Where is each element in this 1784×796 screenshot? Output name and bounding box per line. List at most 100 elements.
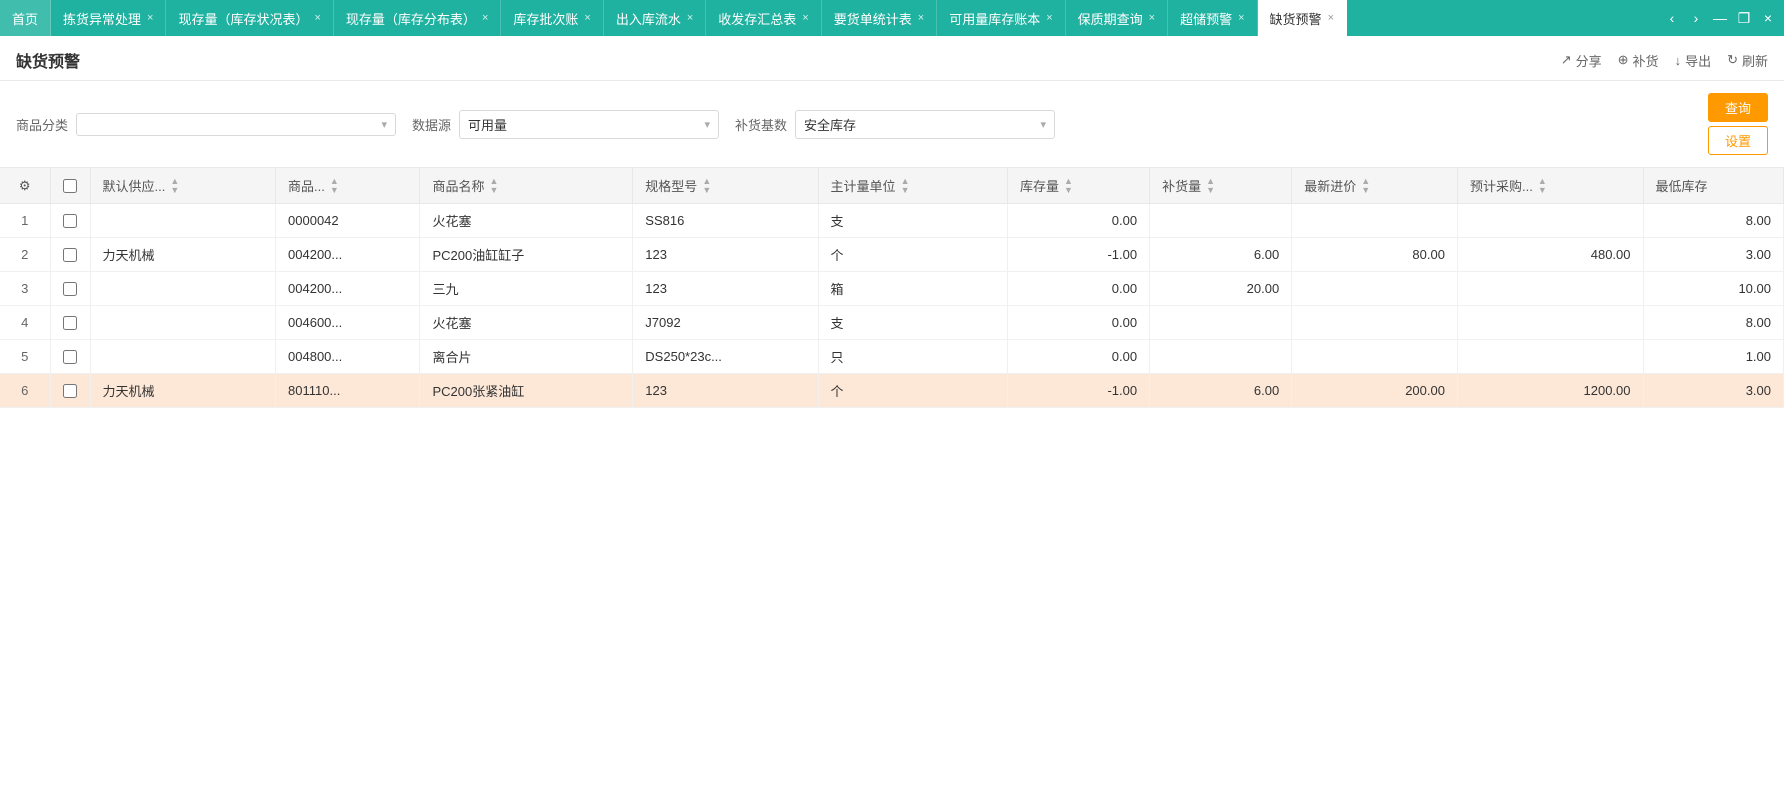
datasource-select[interactable]: 可用量 ▾ xyxy=(459,110,719,139)
tab-item-4[interactable]: 库存批次账 × xyxy=(501,0,603,36)
cell-index-5: 6 xyxy=(0,374,50,408)
share-button[interactable]: ↗ 分享 xyxy=(1561,51,1602,70)
tab-close-11[interactable]: × xyxy=(1328,12,1334,24)
tab-label-4: 库存批次账 xyxy=(513,9,578,28)
tab-close-9[interactable]: × xyxy=(1149,12,1155,24)
tab-close-3[interactable]: × xyxy=(482,12,488,24)
tab-close-6[interactable]: × xyxy=(802,12,808,24)
datasource-label: 数据源 xyxy=(412,115,451,134)
th-stock[interactable]: 库存量 ▲▼ xyxy=(1008,168,1150,204)
cell-checkbox-4[interactable] xyxy=(50,340,90,374)
th-stock-label: 库存量 xyxy=(1020,176,1059,195)
select-all-checkbox[interactable] xyxy=(63,179,77,193)
tab-item-5[interactable]: 出入库流水× xyxy=(604,0,706,36)
cell-supplier-1: 力天机械 xyxy=(90,238,276,272)
export-icon: ↓ xyxy=(1675,53,1682,68)
th-product-code[interactable]: 商品... ▲▼ xyxy=(276,168,420,204)
th-gear[interactable]: ⚙ xyxy=(0,168,50,204)
share-label: 分享 xyxy=(1576,51,1602,70)
cell-est-purchase-1: 480.00 xyxy=(1457,238,1643,272)
row-checkbox-3[interactable] xyxy=(63,316,77,330)
cell-index-4: 5 xyxy=(0,340,50,374)
cell-replenish-qty-3 xyxy=(1150,306,1292,340)
export-button[interactable]: ↓ 导出 xyxy=(1675,51,1712,70)
cell-product-code-3: 004600... xyxy=(276,306,420,340)
th-est-purchase[interactable]: 预计采购... ▲▼ xyxy=(1457,168,1643,204)
tab-item-3[interactable]: 现存量（库存分布表）× xyxy=(334,0,501,36)
cell-product-name-4: 离合片 xyxy=(420,340,633,374)
tab-label-7: 要货单统计表 xyxy=(834,9,912,28)
cell-checkbox-1[interactable] xyxy=(50,238,90,272)
th-min-stock-label: 最低库存 xyxy=(1656,176,1708,195)
tab-close-5[interactable]: × xyxy=(687,12,693,24)
tab-close-4[interactable]: × xyxy=(584,12,590,24)
th-checkbox[interactable] xyxy=(50,168,90,204)
tab-item-9[interactable]: 保质期查询× xyxy=(1066,0,1168,36)
cell-checkbox-0[interactable] xyxy=(50,204,90,238)
tab-close-1[interactable]: × xyxy=(147,12,153,24)
cell-supplier-2 xyxy=(90,272,276,306)
gear-icon: ⚙ xyxy=(19,178,31,194)
cell-min-stock-2: 10.00 xyxy=(1643,272,1784,306)
est-purchase-sort-icon: ▲▼ xyxy=(1538,177,1547,195)
th-supplier[interactable]: 默认供应... ▲▼ xyxy=(90,168,276,204)
window-restore[interactable]: ❐ xyxy=(1732,6,1756,30)
row-checkbox-4[interactable] xyxy=(63,350,77,364)
tab-item-1[interactable]: 拣货异常处理× xyxy=(51,0,166,36)
cell-stock-1: -1.00 xyxy=(1008,238,1150,272)
tab-close-2[interactable]: × xyxy=(314,12,320,24)
tab-label-10: 超储预警 xyxy=(1180,9,1232,28)
tab-scroll-left[interactable]: ‹ xyxy=(1660,6,1684,30)
datasource-value: 可用量 xyxy=(468,115,507,134)
datasource-arrow-icon: ▾ xyxy=(705,118,711,131)
cell-product-name-3: 火花塞 xyxy=(420,306,633,340)
th-unit[interactable]: 主计量单位 ▲▼ xyxy=(818,168,1007,204)
datasource-filter-group: 数据源 可用量 ▾ xyxy=(412,110,719,139)
cell-stock-0: 0.00 xyxy=(1008,204,1150,238)
th-latest-price-label: 最新进价 xyxy=(1304,176,1356,195)
tab-close-7[interactable]: × xyxy=(918,12,924,24)
row-checkbox-0[interactable] xyxy=(63,214,77,228)
th-replenish-qty[interactable]: 补货量 ▲▼ xyxy=(1150,168,1292,204)
tab-close-8[interactable]: × xyxy=(1046,12,1052,24)
th-latest-price[interactable]: 最新进价 ▲▼ xyxy=(1292,168,1458,204)
cell-checkbox-5[interactable] xyxy=(50,374,90,408)
spec-sort-icon: ▲▼ xyxy=(702,177,711,195)
replenish-base-select[interactable]: 安全库存 ▾ xyxy=(795,110,1055,139)
tab-bar: 首页拣货异常处理×现存量（库存状况表）×现存量（库存分布表）×库存批次账×出入库… xyxy=(0,0,1784,36)
tab-scroll-right[interactable]: › xyxy=(1684,6,1708,30)
th-min-stock[interactable]: 最低库存 xyxy=(1643,168,1784,204)
row-checkbox-5[interactable] xyxy=(63,384,77,398)
query-button[interactable]: 查询 xyxy=(1708,93,1768,122)
th-est-purchase-label: 预计采购... xyxy=(1470,176,1533,195)
tab-item-7[interactable]: 要货单统计表 × xyxy=(822,0,937,36)
tab-item-11[interactable]: 缺货预警× xyxy=(1258,0,1347,36)
tab-item-2[interactable]: 现存量（库存状况表）× xyxy=(166,0,333,36)
window-minimize[interactable]: — xyxy=(1708,6,1732,30)
setting-button[interactable]: 设置 xyxy=(1708,126,1768,155)
tab-item-6[interactable]: 收发存汇总表× xyxy=(706,0,821,36)
window-close[interactable]: × xyxy=(1756,6,1780,30)
th-product-name[interactable]: 商品名称 ▲▼ xyxy=(420,168,633,204)
supplier-sort-icon: ▲▼ xyxy=(170,177,179,195)
tab-item-0[interactable]: 首页 xyxy=(0,0,51,36)
th-spec[interactable]: 规格型号 ▲▼ xyxy=(633,168,818,204)
row-checkbox-2[interactable] xyxy=(63,282,77,296)
row-checkbox-1[interactable] xyxy=(63,248,77,262)
category-filter-group: 商品分类 ▾ xyxy=(16,113,396,136)
category-arrow-icon: ▾ xyxy=(381,118,387,131)
header-actions: ↗ 分享 ⊕ 补货 ↓ 导出 ↻ 刷新 xyxy=(1561,51,1768,70)
category-select[interactable]: ▾ xyxy=(76,113,396,136)
replenish-button[interactable]: ⊕ 补货 xyxy=(1618,51,1659,70)
cell-checkbox-2[interactable] xyxy=(50,272,90,306)
tab-close-10[interactable]: × xyxy=(1238,12,1244,24)
refresh-button[interactable]: ↻ 刷新 xyxy=(1727,51,1768,70)
tab-item-10[interactable]: 超储预警 × xyxy=(1168,0,1257,36)
cell-checkbox-3[interactable] xyxy=(50,306,90,340)
tab-item-8[interactable]: 可用量库存账本× xyxy=(937,0,1065,36)
table-row: 6力天机械801110...PC200张紧油缸123个-1.006.00200.… xyxy=(0,374,1784,408)
cell-unit-2: 箱 xyxy=(818,272,1007,306)
refresh-icon: ↻ xyxy=(1727,52,1738,68)
table-header-row: ⚙ 默认供应... ▲▼ xyxy=(0,168,1784,204)
cell-est-purchase-0 xyxy=(1457,204,1643,238)
